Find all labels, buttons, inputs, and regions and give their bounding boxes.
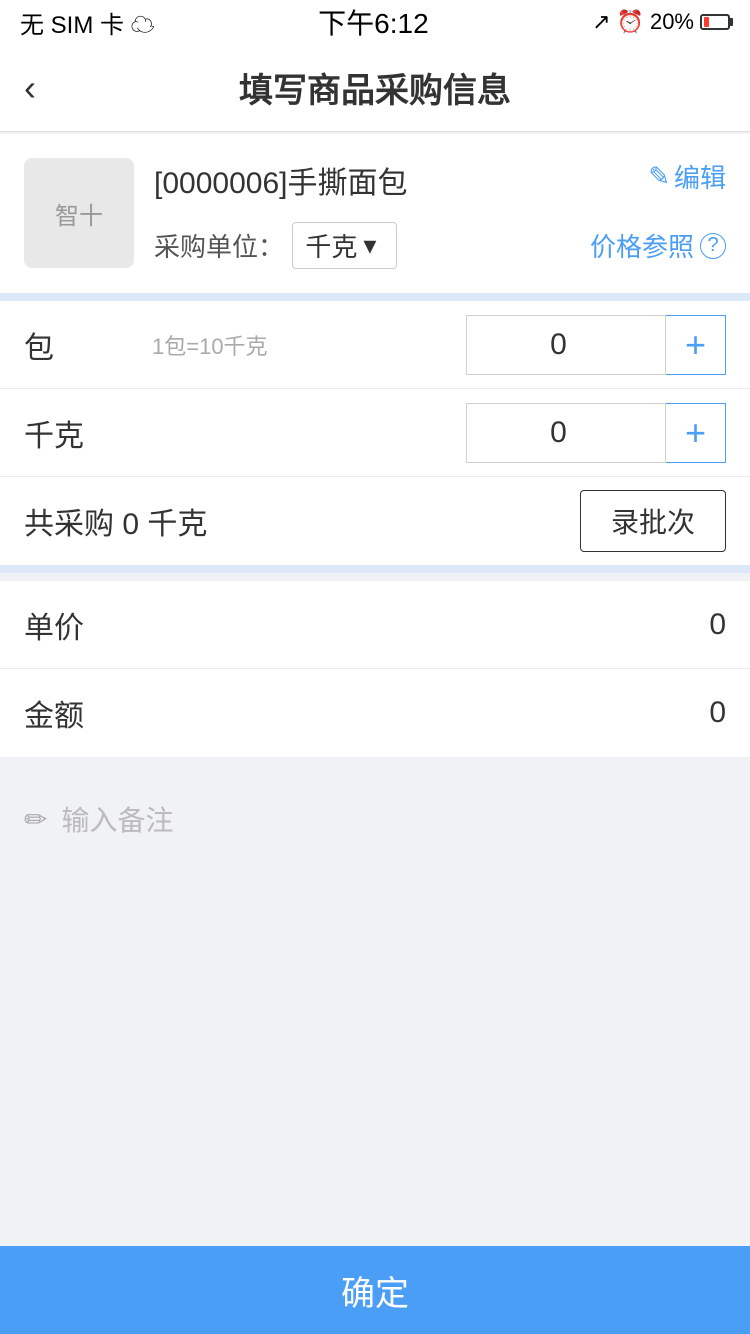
location-icon: ↗: [592, 9, 610, 35]
form-section: 包 1包=10千克 + 千克 +: [0, 301, 750, 477]
price-ref-label: 价格参照: [590, 227, 694, 264]
edit-button[interactable]: ✎ 编辑: [648, 158, 726, 195]
battery-percent: 20%: [650, 9, 694, 35]
status-bar: 无 SIM 卡 ☁ 下午6:12 ↗ ⏰ 20%: [0, 0, 750, 44]
sim-status: 无 SIM 卡 ☁: [20, 5, 155, 40]
price-section: 单价 0 金额 0: [0, 581, 750, 757]
unit-selector: 采购单位： 千克 ▾: [154, 222, 397, 269]
kg-quantity-row: 千克 +: [0, 389, 750, 477]
nav-bar: ‹ 填写商品采购信息: [0, 44, 750, 132]
kg-plus-button[interactable]: +: [666, 403, 726, 463]
unit-value: 千克: [305, 227, 357, 264]
notes-section[interactable]: ✏ 输入备注: [0, 759, 750, 879]
status-time: 下午6:12: [318, 2, 429, 42]
unit-price-value: 0: [709, 608, 726, 642]
edit-icon: ✎: [648, 161, 670, 192]
product-header: [0000006]手撕面包 ✎ 编辑: [154, 158, 726, 202]
bag-label: 包: [24, 323, 144, 367]
unit-prefix: 采购单位：: [154, 232, 284, 262]
kg-label: 千克: [24, 411, 144, 455]
confirm-button[interactable]: 确定: [0, 1246, 750, 1334]
product-unit-row: 采购单位： 千克 ▾ 价格参照 ?: [154, 222, 726, 269]
amount-label: 金额: [24, 691, 84, 735]
battery-icon: [700, 14, 730, 30]
product-thumbnail: 智十: [24, 158, 134, 268]
total-amount: 0: [122, 508, 139, 541]
status-right: ↗ ⏰ 20%: [592, 9, 730, 35]
bag-quantity-row: 包 1包=10千克 +: [0, 301, 750, 389]
amount-row: 金额 0: [0, 669, 750, 757]
dropdown-arrow-icon: ▾: [363, 230, 376, 261]
section-divider: [0, 293, 750, 301]
page-title: 填写商品采购信息: [239, 63, 511, 112]
unit-dropdown[interactable]: 千克 ▾: [292, 222, 397, 269]
product-card: 智十 [0000006]手撕面包 ✎ 编辑 采购单位： 千克 ▾: [0, 134, 750, 293]
section-divider-2: [0, 565, 750, 573]
bag-quantity-input[interactable]: [466, 315, 666, 375]
bag-sublabel: 1包=10千克: [152, 329, 268, 361]
notes-placeholder: 输入备注: [61, 799, 173, 839]
bag-plus-button[interactable]: +: [666, 315, 726, 375]
kg-input-group: +: [466, 403, 726, 463]
product-name: [0000006]手撕面包: [154, 158, 648, 202]
amount-value: 0: [709, 696, 726, 730]
back-button[interactable]: ‹: [24, 67, 36, 109]
unit-price-label: 单价: [24, 603, 84, 647]
content-spacer: [0, 879, 750, 1219]
info-icon: ?: [700, 233, 726, 259]
pencil-icon: ✏: [24, 803, 47, 836]
alarm-icon: ⏰: [617, 9, 644, 35]
edit-label: 编辑: [674, 158, 726, 195]
price-reference-button[interactable]: 价格参照 ?: [590, 227, 726, 264]
product-info: [0000006]手撕面包 ✎ 编辑 采购单位： 千克 ▾ 价格参照 ?: [154, 158, 726, 269]
total-row: 共采购 0 千克 录批次: [0, 477, 750, 565]
bag-input-group: +: [466, 315, 726, 375]
total-label: 共采购 0 千克: [24, 499, 207, 543]
record-batch-button[interactable]: 录批次: [580, 490, 726, 552]
unit-price-row: 单价 0: [0, 581, 750, 669]
status-left: 无 SIM 卡 ☁: [20, 5, 155, 40]
kg-quantity-input[interactable]: [466, 403, 666, 463]
